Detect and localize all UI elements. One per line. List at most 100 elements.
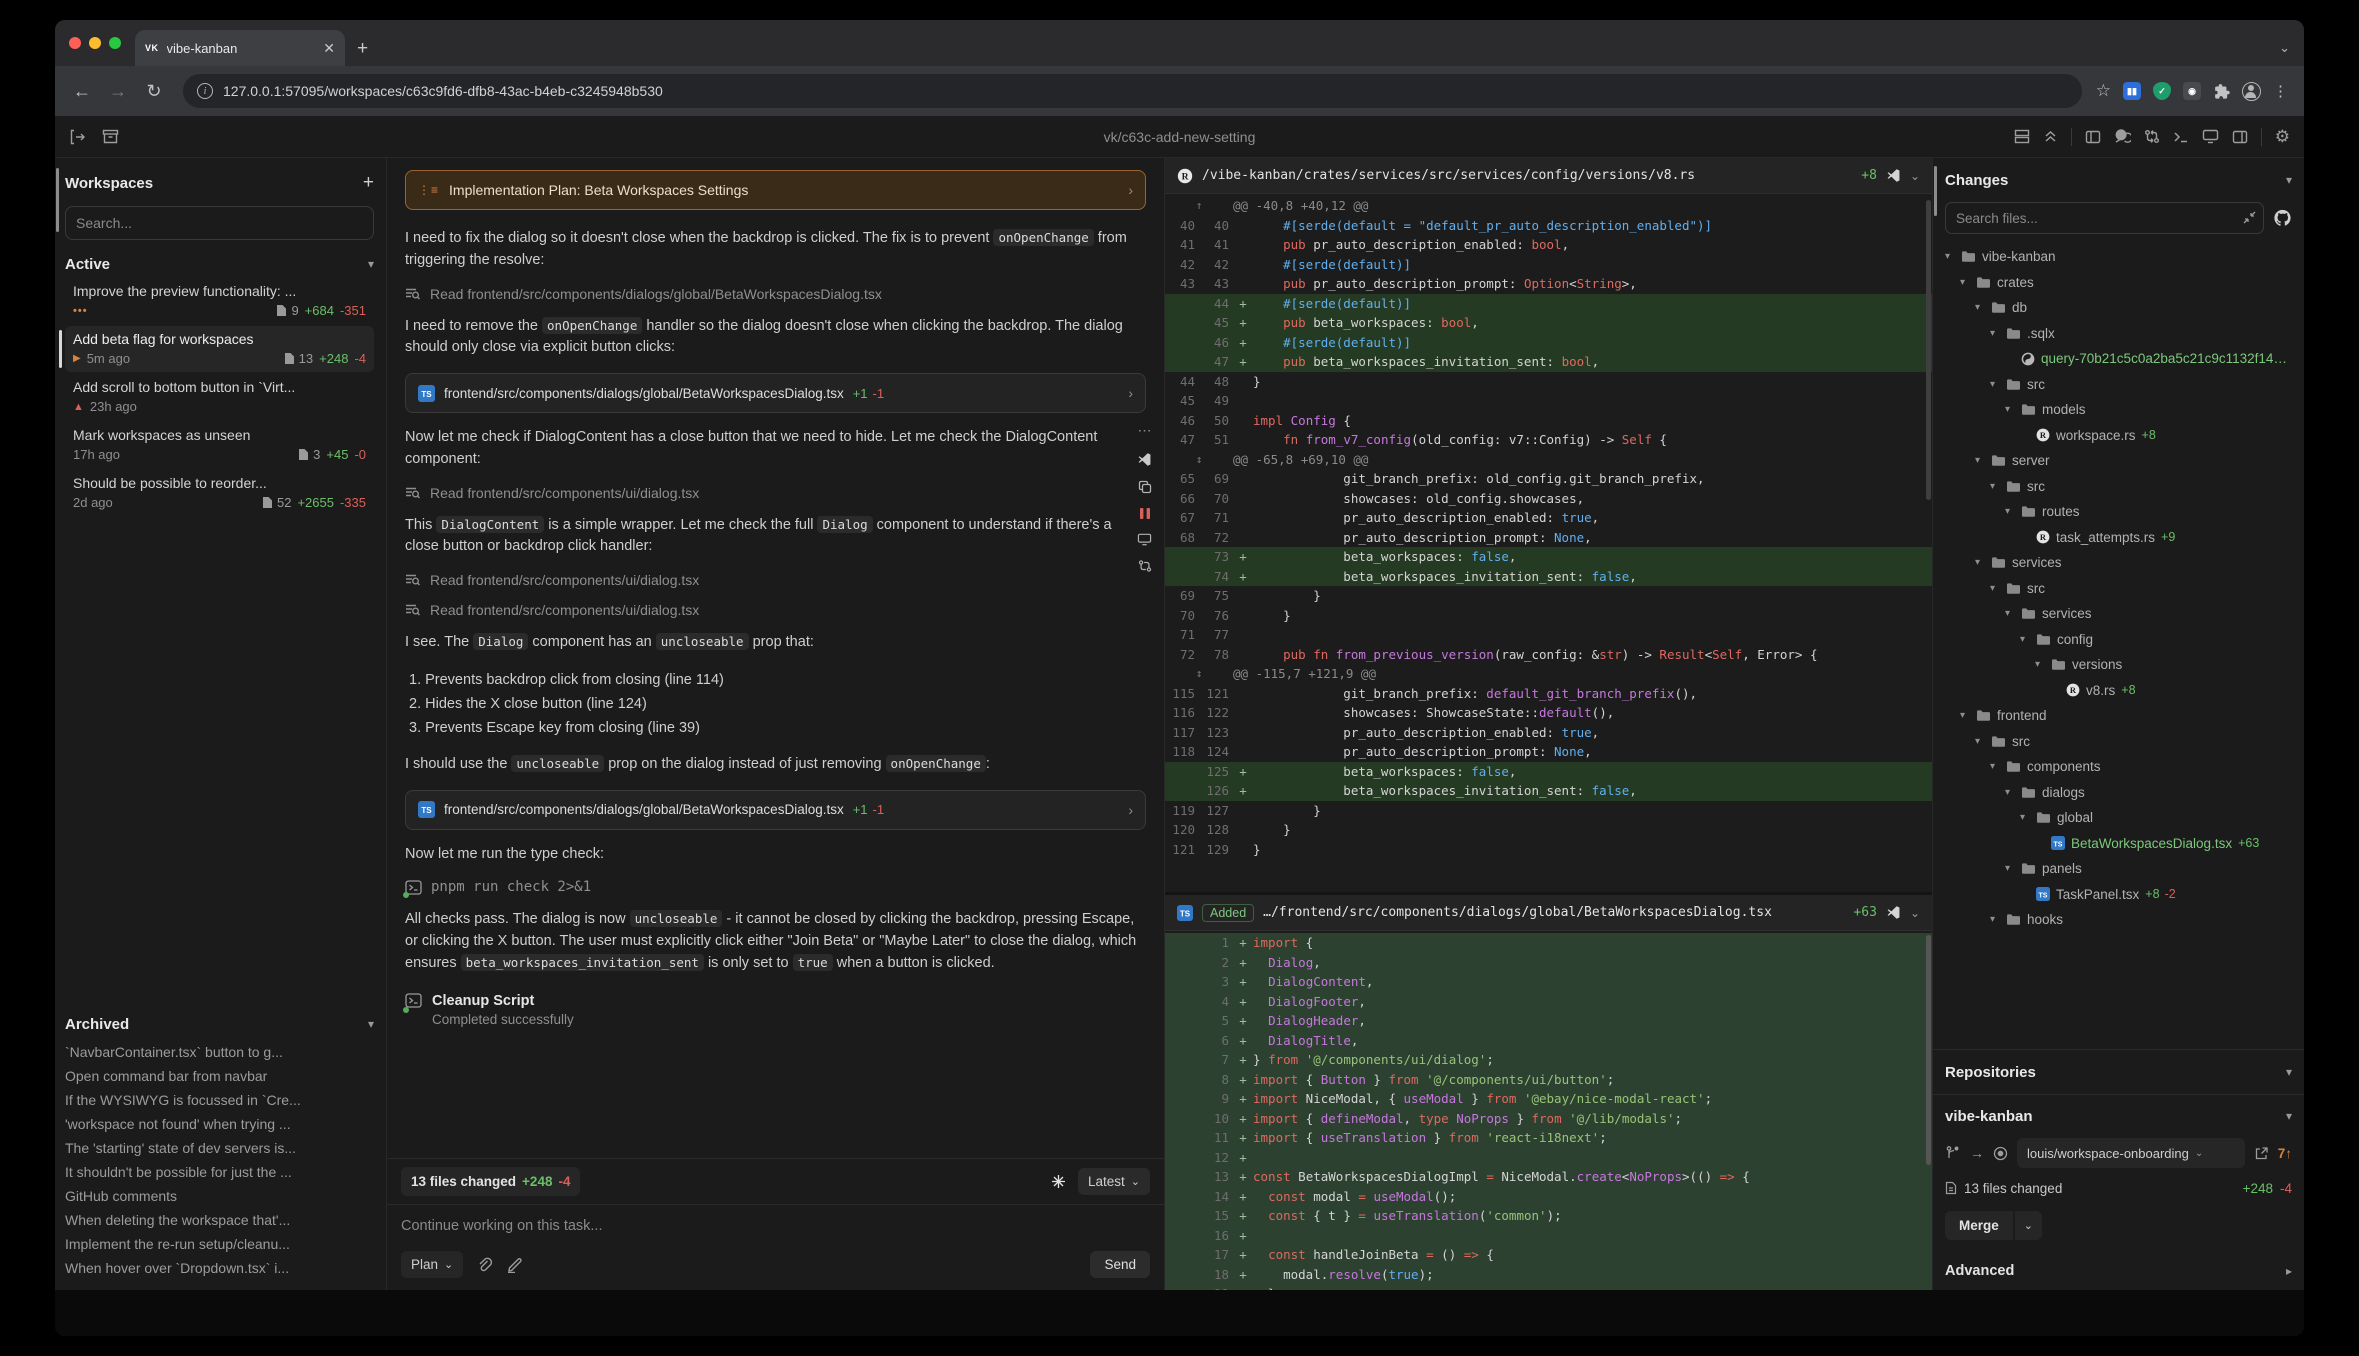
tree-folder-row[interactable]: ▾ .sqlx: [1945, 321, 2292, 347]
chevron-down-icon[interactable]: ▾: [1990, 583, 2000, 594]
chat-icon[interactable]: [2114, 129, 2131, 144]
tree-folder-row[interactable]: ▾ src: [1945, 474, 2292, 500]
target-icon[interactable]: [1993, 1146, 2008, 1161]
diff-row[interactable]: 40 40 #[serde(default = "default_pr_auto_…: [1165, 216, 1932, 236]
files-changed-pill[interactable]: 13 files changed +248 -4: [401, 1167, 581, 1196]
diff-scrollbar[interactable]: [1926, 935, 1931, 1165]
chevron-down-icon[interactable]: ▾: [2020, 812, 2030, 823]
chevron-down-icon[interactable]: ▾: [1990, 481, 2000, 492]
diff-row[interactable]: 118 124 pr_auto_description_prompt: None,: [1165, 742, 1932, 762]
archive-icon[interactable]: [102, 129, 119, 144]
workspace-item[interactable]: Add scroll to bottom button in `Virt... ▲…: [65, 374, 374, 420]
search-files-input[interactable]: [1945, 202, 2264, 234]
more-icon[interactable]: ⋯: [1138, 422, 1152, 439]
branch-dropdown[interactable]: louis/workspace-onboarding ⌄: [2017, 1138, 2245, 1168]
diff-header[interactable]: TS Added …/frontend/src/components/dialo…: [1165, 895, 1932, 931]
tree-folder-row[interactable]: ▾ panels: [1945, 856, 2292, 882]
merge-button[interactable]: Merge: [1945, 1211, 2013, 1240]
chevron-down-icon[interactable]: ▾: [2005, 506, 2015, 517]
tree-folder-row[interactable]: ▾ vibe-kanban: [1945, 244, 2292, 270]
diff-row[interactable]: 15 + const { t } = useTranslation('common…: [1165, 1206, 1932, 1226]
diff-row[interactable]: 11 + import { useTranslation } from 'react…: [1165, 1128, 1932, 1148]
workspace-item[interactable]: Mark workspaces as unseen 17h ago 3 +45 -0: [65, 422, 374, 468]
diff-row[interactable]: 73 + beta_workspaces: false,: [1165, 547, 1932, 567]
diff-row[interactable]: 46 50 impl Config {: [1165, 411, 1932, 431]
diff-row[interactable]: 13 + const BetaWorkspacesDialogImpl = Nice…: [1165, 1167, 1932, 1187]
cleanup-script-row[interactable]: Cleanup Script Completed successfully: [403, 993, 1146, 1027]
reload-button[interactable]: ↻: [139, 81, 169, 102]
diff-row[interactable]: 71 77: [1165, 625, 1932, 645]
diff-row[interactable]: 19+ };: [1165, 1284, 1932, 1290]
diff-row[interactable]: 17 + const handleJoinBeta = () => {: [1165, 1245, 1932, 1265]
tree-folder-row[interactable]: ▾ db: [1945, 295, 2292, 321]
panel-right-icon[interactable]: [2232, 130, 2248, 144]
expand-hunk-icon[interactable]: ↑: [1165, 196, 1233, 216]
extension-icon[interactable]: ▮▮: [2123, 82, 2141, 100]
diff-row[interactable]: 66 70 showcases: old_config.showcases,: [1165, 489, 1932, 509]
archived-workspace-item[interactable]: `NavbarContainer.tsx` button to g...: [65, 1040, 374, 1064]
changes-collapse-icon[interactable]: ▾: [2286, 173, 2292, 187]
diff-row[interactable]: 41 41 pub pr_auto_description_enabled: bo…: [1165, 235, 1932, 255]
tab-search-icon[interactable]: ⌄: [2279, 40, 2290, 56]
diff-row[interactable]: 8 + import { Button } from '@/components/u…: [1165, 1069, 1932, 1089]
spark-icon[interactable]: [1051, 1174, 1066, 1189]
diff-row[interactable]: 14 + const modal = useModal();: [1165, 1186, 1932, 1206]
chevron-down-icon[interactable]: ▾: [2005, 787, 2015, 798]
minimize-window-button[interactable]: [89, 37, 101, 49]
chevron-down-icon[interactable]: ▾: [2005, 404, 2015, 415]
changes-scroll-thumb[interactable]: [1934, 166, 1937, 216]
chevron-down-icon[interactable]: ▾: [1975, 736, 1985, 747]
diff-row[interactable]: 121 129}: [1165, 840, 1932, 860]
diff-hunk-header[interactable]: ↑ @@ -40,8 +40,12 @@: [1165, 196, 1932, 216]
expand-hunk-icon[interactable]: ↕: [1165, 664, 1233, 684]
shield-extension-icon[interactable]: ✓: [2153, 82, 2171, 100]
diff-hunk-header[interactable]: ↕ @@ -115,7 +121,9 @@: [1165, 664, 1932, 684]
archived-workspace-item[interactable]: When deleting the workspace that'...: [65, 1208, 374, 1232]
workspace-search-input[interactable]: [65, 206, 374, 240]
diff-row[interactable]: 69 75 }: [1165, 586, 1932, 606]
diff-row[interactable]: 120 128 }: [1165, 820, 1932, 840]
diff-body[interactable]: ↑ @@ -40,8 +40,12 @@ 40 40 #[serde(default …: [1165, 194, 1932, 892]
conversation-scroll[interactable]: ⋮≡ Implementation Plan: Beta Workspaces S…: [387, 158, 1164, 1158]
collapse-diff-icon[interactable]: ⌄: [1910, 169, 1920, 183]
tree-folder-row[interactable]: ▾ config: [1945, 627, 2292, 653]
attach-paperclip-icon[interactable]: [477, 1257, 493, 1273]
diff-row[interactable]: 10 + import { defineModal, type NoProps } …: [1165, 1108, 1932, 1128]
url-bar[interactable]: i 127.0.0.1:57095/workspaces/c63c9fd6-df…: [183, 74, 2082, 108]
tree-folder-row[interactable]: ▾ server: [1945, 448, 2292, 474]
archived-workspace-item[interactable]: If the WYSIWYG is focussed in `Cre...: [65, 1088, 374, 1112]
chevron-down-icon[interactable]: ▾: [1990, 761, 2000, 772]
diff-row[interactable]: 2 + Dialog,: [1165, 952, 1932, 972]
site-info-icon[interactable]: i: [197, 83, 213, 99]
diff-row[interactable]: 44 + #[serde(default)]: [1165, 293, 1932, 313]
chevron-down-icon[interactable]: ▾: [1975, 455, 1985, 466]
diff-row[interactable]: 65 69 git_branch_prefix: old_config.git_b…: [1165, 469, 1932, 489]
diff-row[interactable]: 18 + modal.resolve(true);: [1165, 1264, 1932, 1284]
expand-hunk-icon[interactable]: ↕: [1165, 450, 1233, 470]
chevron-down-icon[interactable]: ▾: [2005, 863, 2015, 874]
workspace-item[interactable]: Add beta flag for workspaces ▶ 5m ago 13 +2…: [59, 326, 374, 372]
diff-row[interactable]: 72 78 pub fn from_previous_version(raw_co…: [1165, 645, 1932, 665]
external-link-icon[interactable]: [2254, 1146, 2269, 1161]
panel-left-icon[interactable]: [2085, 130, 2101, 144]
recorder-extension-icon[interactable]: ◉: [2183, 82, 2201, 100]
edit-pen-icon[interactable]: [507, 1257, 523, 1273]
send-button[interactable]: Send: [1090, 1251, 1150, 1278]
diff-row[interactable]: 6 + DialogTitle,: [1165, 1030, 1932, 1050]
diff-row[interactable]: 115 121 git_branch_prefix: default_git_br…: [1165, 684, 1932, 704]
diff-row[interactable]: 9 + import NiceModal, { useModal } from '@…: [1165, 1089, 1932, 1109]
chevron-down-icon[interactable]: ▾: [2035, 659, 2045, 670]
mode-dropdown[interactable]: Plan ⌄: [401, 1251, 464, 1278]
tree-folder-row[interactable]: ▾ components: [1945, 754, 2292, 780]
task-input[interactable]: [401, 1218, 1150, 1234]
tree-file-row[interactable]: TS TaskPanel.tsx +8 -2: [1945, 882, 2292, 908]
copy-icon[interactable]: [1138, 480, 1152, 494]
workspace-item[interactable]: Should be possible to reorder... 2d ago 5…: [65, 470, 374, 516]
diff-row[interactable]: 116 122 showcases: ShowcaseState::default…: [1165, 703, 1932, 723]
diff-header[interactable]: R /vibe-kanban/crates/services/src/servi…: [1165, 158, 1932, 194]
chevron-down-icon[interactable]: ▾: [2020, 634, 2030, 645]
archived-collapse-icon[interactable]: ▾: [368, 1017, 374, 1031]
tool-read-row[interactable]: Read frontend/src/components/ui/dialog.t…: [405, 485, 1146, 501]
tool-terminal-row[interactable]: pnpm run check 2>&1: [403, 879, 1146, 898]
chevron-down-icon[interactable]: ▾: [1960, 710, 1970, 721]
